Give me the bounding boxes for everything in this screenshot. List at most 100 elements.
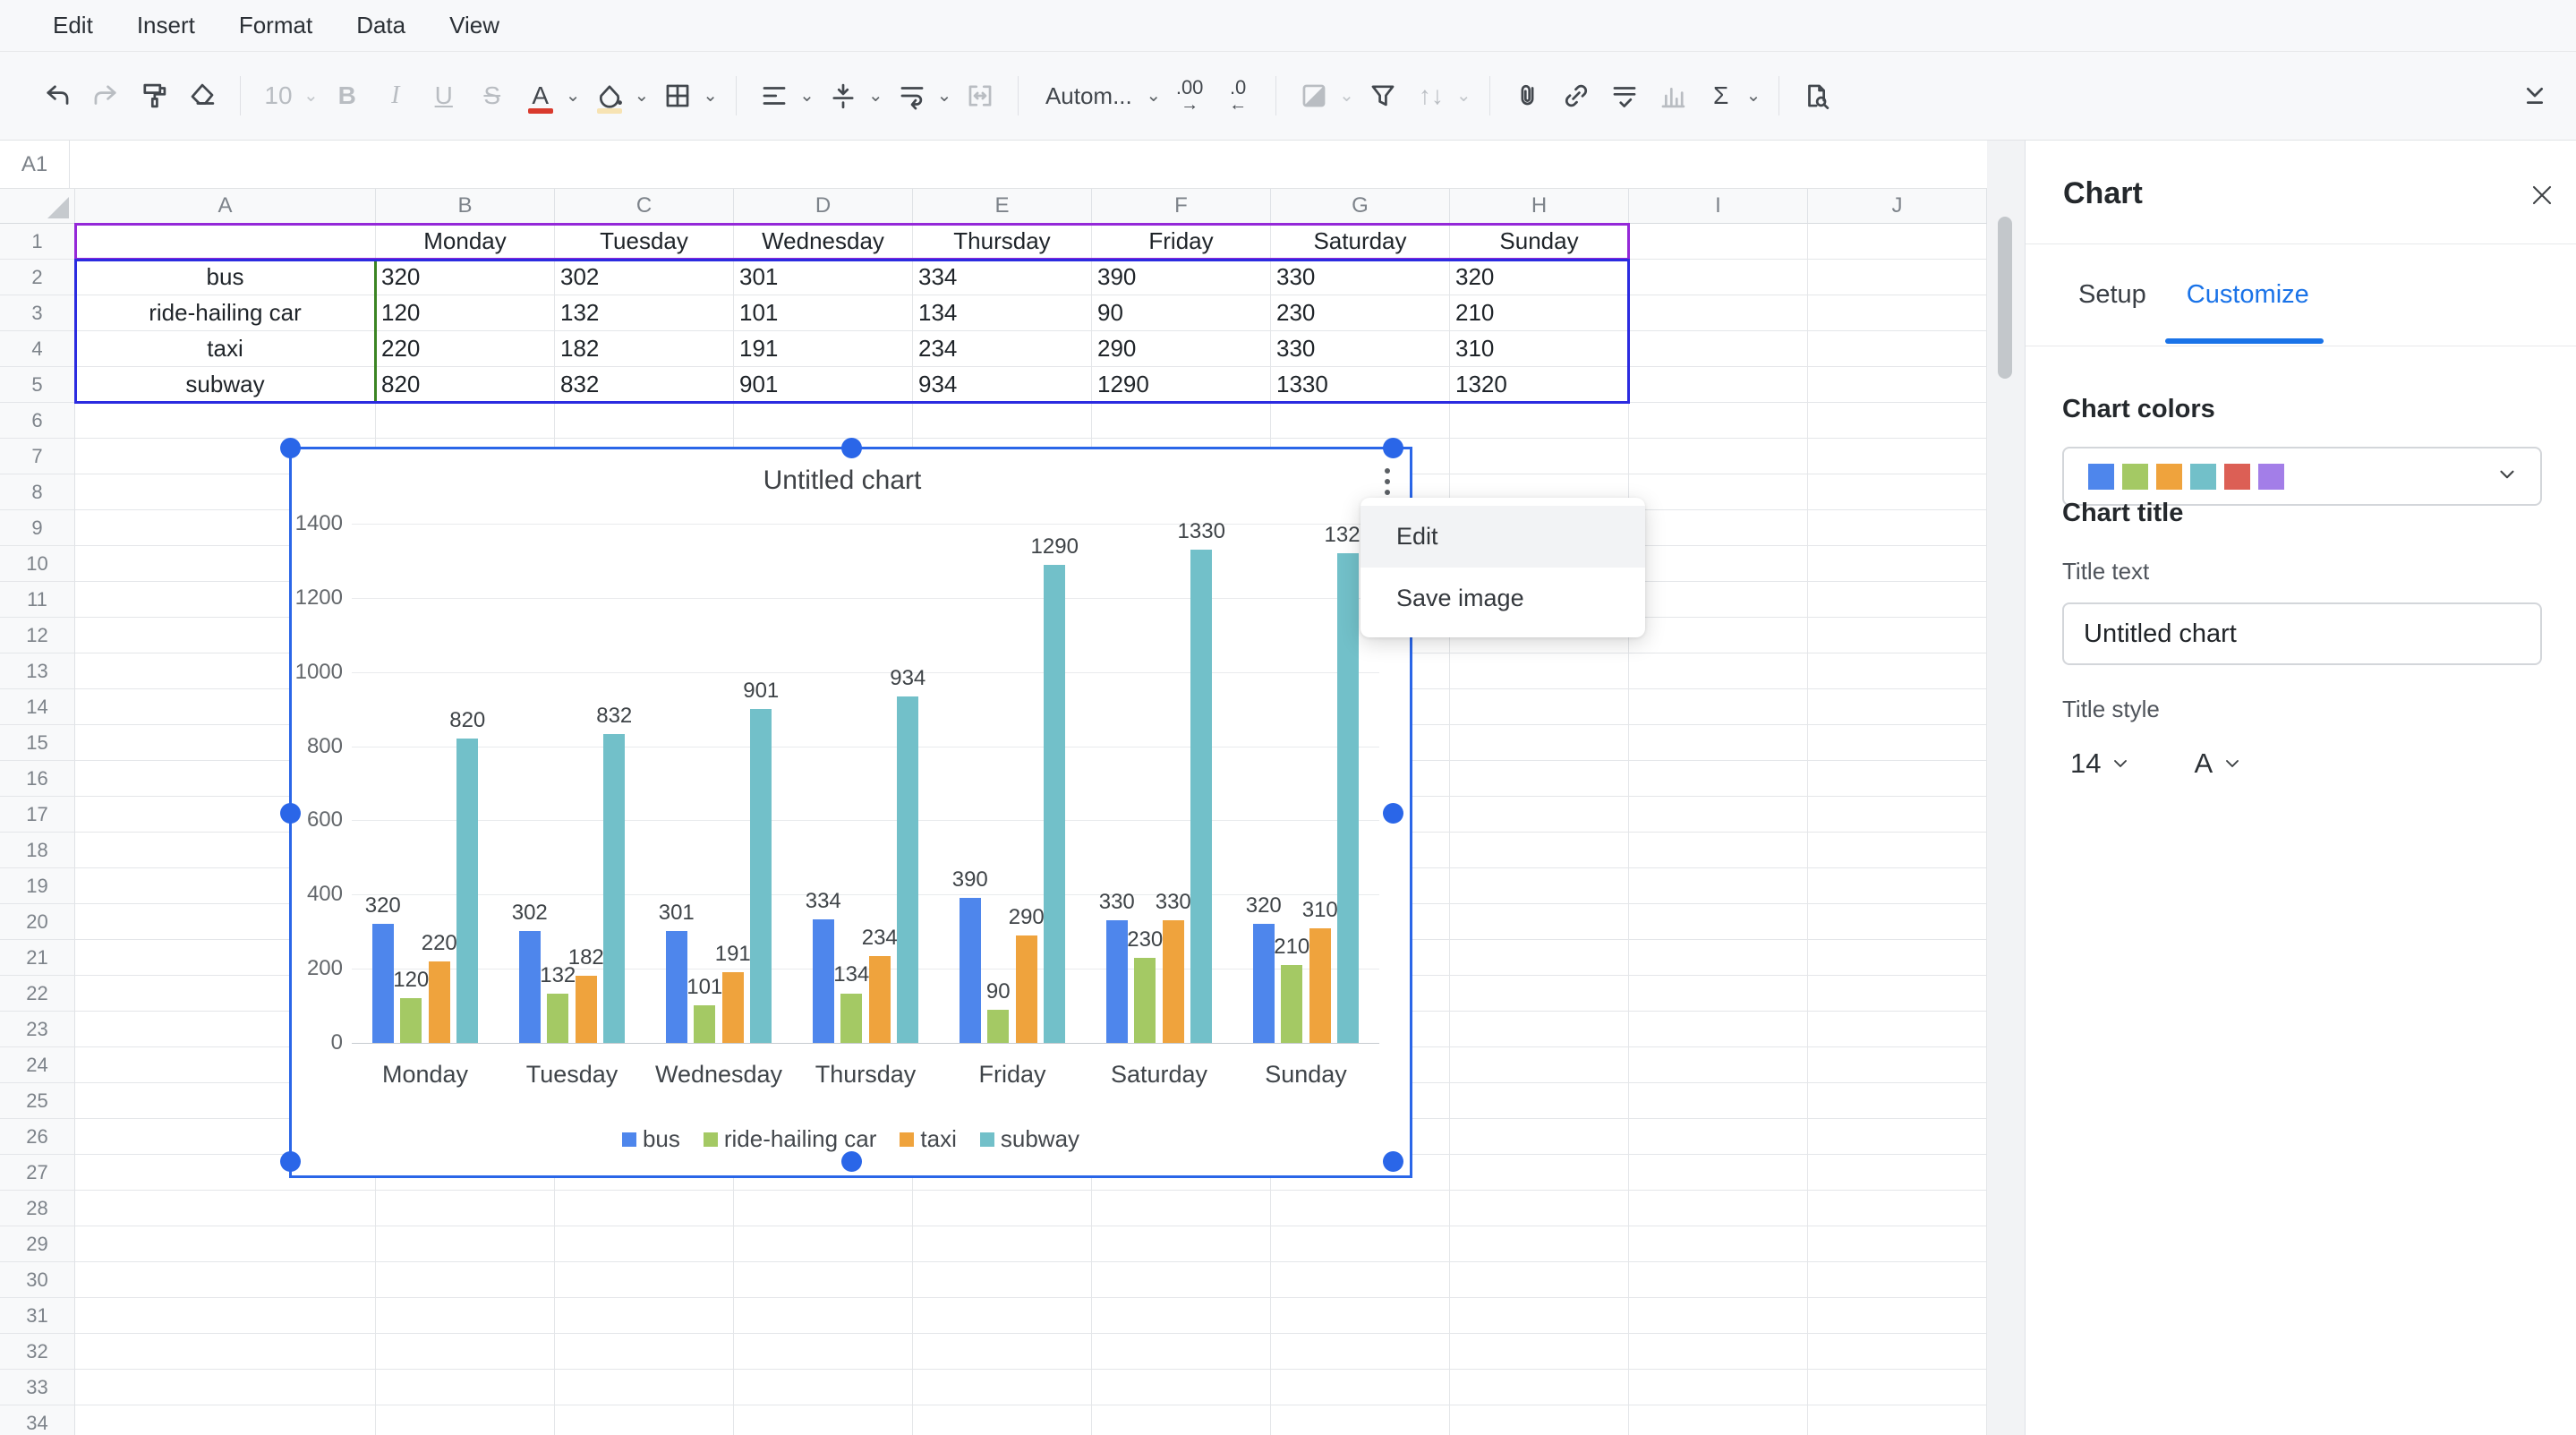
cell-E2[interactable]: 334 [913,260,1092,295]
paint-format-icon[interactable] [132,74,175,117]
cell-I19[interactable] [1629,868,1808,904]
cell-C28[interactable] [555,1191,734,1226]
cell-I11[interactable] [1629,582,1808,618]
column-header-I[interactable]: I [1629,189,1808,224]
cell-D1[interactable]: Wednesday [734,224,913,260]
row-header-28[interactable]: 28 [0,1191,75,1226]
cell-D29[interactable] [734,1226,913,1262]
functions-button[interactable]: Σ [1700,74,1743,117]
cell-I32[interactable] [1629,1334,1808,1370]
cell-J8[interactable] [1808,474,1987,510]
cell-J12[interactable] [1808,618,1987,653]
cell-J22[interactable] [1808,976,1987,1012]
cell-J4[interactable] [1808,331,1987,367]
cell-E34[interactable] [913,1405,1092,1435]
cell-H22[interactable] [1450,976,1629,1012]
cell-I26[interactable] [1629,1119,1808,1155]
name-box[interactable]: A1 [0,141,70,188]
cell-I24[interactable] [1629,1047,1808,1083]
chevron-down-icon[interactable]: ⌄ [1746,74,1761,117]
tab-customize[interactable]: Customize [2187,280,2309,310]
cell-H29[interactable] [1450,1226,1629,1262]
column-header-A[interactable]: A [75,189,376,224]
cell-H34[interactable] [1450,1405,1629,1435]
cell-H30[interactable] [1450,1262,1629,1298]
row-header-21[interactable]: 21 [0,940,75,976]
cell-J31[interactable] [1808,1298,1987,1334]
cell-D30[interactable] [734,1262,913,1298]
cell-G34[interactable] [1271,1405,1450,1435]
cell-E31[interactable] [913,1298,1092,1334]
cell-G2[interactable]: 330 [1271,260,1450,295]
cell-B32[interactable] [376,1334,555,1370]
row-header-11[interactable]: 11 [0,582,75,618]
cell-D34[interactable] [734,1405,913,1435]
embedded-chart[interactable]: Untitled chart 0 200 400 600 800 1000 1200 1400… [280,438,1412,1178]
row-header-23[interactable]: 23 [0,1012,75,1047]
cell-H1[interactable]: Sunday [1450,224,1629,260]
cell-J27[interactable] [1808,1155,1987,1191]
cell-F6[interactable] [1092,403,1271,439]
cell-J25[interactable] [1808,1083,1987,1119]
cell-D6[interactable] [734,403,913,439]
cell-B4[interactable]: 220 [376,331,555,367]
column-header-B[interactable]: B [376,189,555,224]
cell-G28[interactable] [1271,1191,1450,1226]
cell-B3[interactable]: 120 [376,295,555,331]
cell-C34[interactable] [555,1405,734,1435]
cell-B2[interactable]: 320 [376,260,555,295]
cell-A6[interactable] [75,403,376,439]
column-header-C[interactable]: C [555,189,734,224]
cell-G31[interactable] [1271,1298,1450,1334]
cell-I9[interactable] [1629,510,1808,546]
cell-H3[interactable]: 210 [1450,295,1629,331]
collapse-toolbar-icon[interactable] [2513,74,2556,117]
cell-D28[interactable] [734,1191,913,1226]
row-header-29[interactable]: 29 [0,1226,75,1262]
cell-B6[interactable] [376,403,555,439]
cell-H23[interactable] [1450,1012,1629,1047]
menu-insert[interactable]: Insert [137,12,195,39]
cell-J13[interactable] [1808,653,1987,689]
cell-I23[interactable] [1629,1012,1808,1047]
row-header-20[interactable]: 20 [0,904,75,940]
cell-G4[interactable]: 330 [1271,331,1450,367]
cell-A3[interactable]: ride-hailing car [75,295,376,331]
cell-G30[interactable] [1271,1262,1450,1298]
vertical-scrollbar[interactable] [1987,141,2025,1435]
number-format-icon[interactable]: Autom... [1035,74,1142,117]
decrease-decimal-icon[interactable]: .0 ← [1216,74,1259,117]
cell-A28[interactable] [75,1191,376,1226]
row-header-27[interactable]: 27 [0,1155,75,1191]
context-menu-item-save-image[interactable]: Save image [1361,568,1645,629]
cell-H14[interactable] [1450,689,1629,725]
cell-F32[interactable] [1092,1334,1271,1370]
row-header-16[interactable]: 16 [0,761,75,797]
cell-G6[interactable] [1271,403,1450,439]
cell-J10[interactable] [1808,546,1987,582]
cell-H2[interactable]: 320 [1450,260,1629,295]
cell-I10[interactable] [1629,546,1808,582]
chevron-down-icon[interactable]: ⌄ [566,74,581,117]
cell-A2[interactable]: bus [75,260,376,295]
row-header-5[interactable]: 5 [0,367,75,403]
cell-G32[interactable] [1271,1334,1450,1370]
cell-J11[interactable] [1808,582,1987,618]
cell-F3[interactable]: 90 [1092,295,1271,331]
cell-B31[interactable] [376,1298,555,1334]
row-header-3[interactable]: 3 [0,295,75,331]
cell-I20[interactable] [1629,904,1808,940]
cell-H26[interactable] [1450,1119,1629,1155]
cell-J6[interactable] [1808,403,1987,439]
cell-F30[interactable] [1092,1262,1271,1298]
cell-I31[interactable] [1629,1298,1808,1334]
cell-C1[interactable]: Tuesday [555,224,734,260]
cell-H19[interactable] [1450,868,1629,904]
chevron-down-icon[interactable]: ⌄ [635,74,650,117]
cell-E4[interactable]: 234 [913,331,1092,367]
cell-H28[interactable] [1450,1191,1629,1226]
row-header-2[interactable]: 2 [0,260,75,295]
cell-C6[interactable] [555,403,734,439]
cell-I13[interactable] [1629,653,1808,689]
selection-handle[interactable] [1383,1151,1403,1172]
